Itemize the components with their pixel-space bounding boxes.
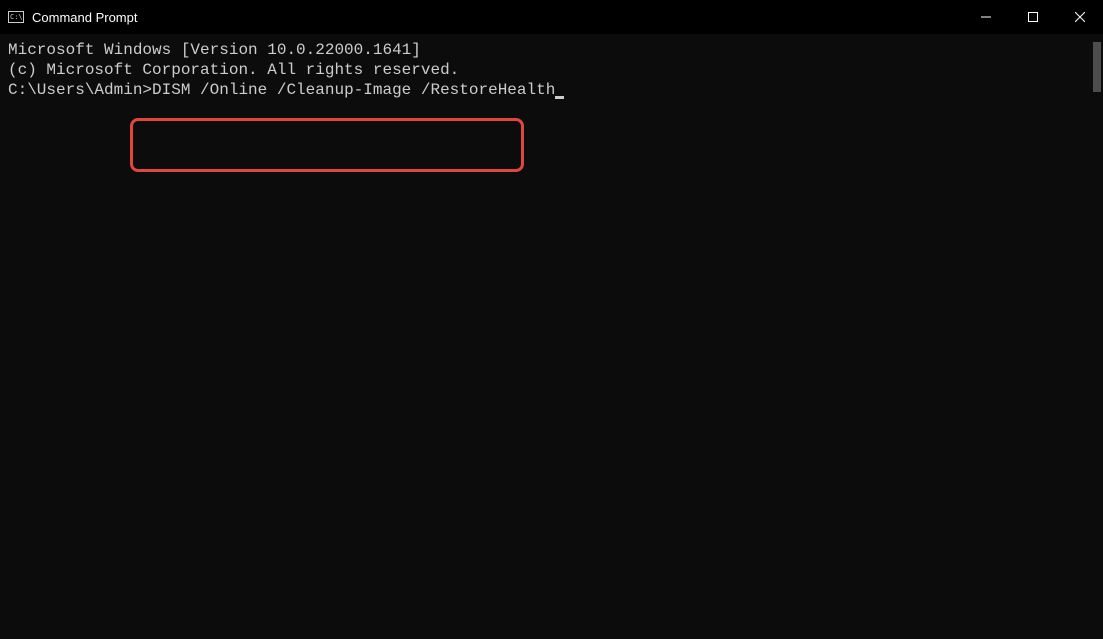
terminal-output[interactable]: Microsoft Windows [Version 10.0.22000.16… <box>0 34 1103 639</box>
prompt-path: C:\Users\Admin> <box>8 81 152 99</box>
cmd-icon: C:\ <box>8 9 24 25</box>
entered-command: DISM /Online /Cleanup-Image /RestoreHeal… <box>152 81 555 99</box>
window-controls <box>962 0 1103 34</box>
close-button[interactable] <box>1056 0 1103 34</box>
annotation-highlight-box <box>130 118 524 172</box>
minimize-button[interactable] <box>962 0 1009 34</box>
window-title: Command Prompt <box>32 10 137 25</box>
maximize-button[interactable] <box>1009 0 1056 34</box>
text-cursor <box>555 96 564 99</box>
command-prompt-window: C:\ Command Prompt Microsoft Windows [Ve… <box>0 0 1103 639</box>
vertical-scrollbar[interactable] <box>1093 42 1101 92</box>
titlebar[interactable]: C:\ Command Prompt <box>0 0 1103 34</box>
copyright-line: (c) Microsoft Corporation. All rights re… <box>8 60 1095 80</box>
command-line: C:\Users\Admin>DISM /Online /Cleanup-Ima… <box>8 80 564 100</box>
svg-text:C:\: C:\ <box>10 13 23 21</box>
version-line: Microsoft Windows [Version 10.0.22000.16… <box>8 40 1095 60</box>
